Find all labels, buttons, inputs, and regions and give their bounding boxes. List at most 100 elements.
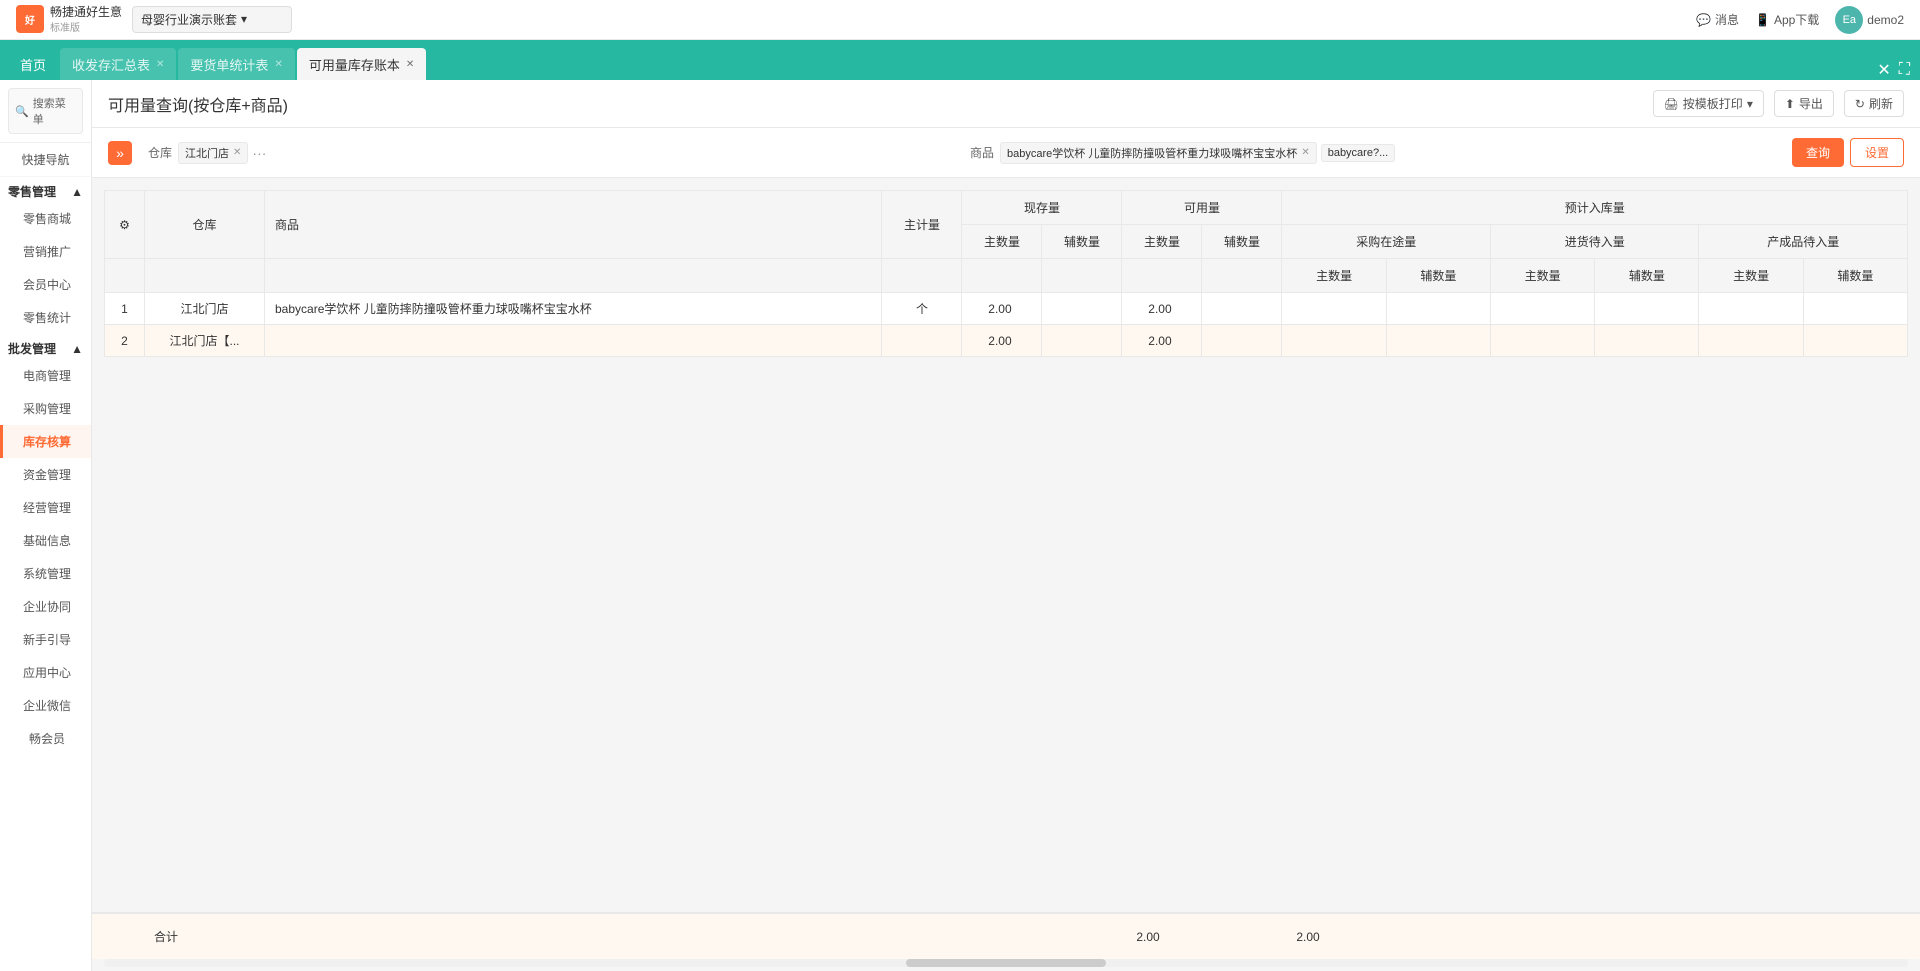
print-button[interactable]: 🖨 按模板打印 ▾ [1653,90,1764,117]
sidebar-item-inventory[interactable]: 库存核算 [0,425,91,458]
search-menu-label: 搜索菜单 [33,95,76,127]
filter-more-icon[interactable]: ··· [252,145,266,161]
sidebar-item-system[interactable]: 系统管理 [0,557,91,590]
sidebar-item-wechat[interactable]: 企业微信 [0,689,91,722]
settings-icon[interactable]: ⚙ [119,218,130,232]
row2-purchase-transit-main [1282,325,1386,357]
remove-product-tag-1-icon[interactable]: ✕ [1301,147,1309,158]
top-bar-left: 好 畅捷通好生意 标准版 母婴行业演示账套 ▾ [16,5,292,34]
sidebar-item-app-center[interactable]: 应用中心 [0,656,91,689]
product-tag-2-value: babycare?... [1328,147,1389,159]
footer-empty [104,922,144,951]
row1-no: 1 [105,293,145,325]
horizontal-scrollbar[interactable] [104,959,1908,967]
quick-nav-label: 快捷导航 [21,151,69,168]
filter-actions: 查询 设置 [1792,138,1904,167]
close-icon[interactable]: ✕ [274,59,282,70]
sidebar-item-operation[interactable]: 经营管理 [0,491,91,524]
footer-label: 合计 [144,922,264,951]
avatar-text: Ea [1843,14,1856,26]
row2-avail-aux [1202,325,1282,357]
sidebar-item-marketing[interactable]: 营销推广 [0,235,91,268]
chevron-icon: ▲ [71,342,83,356]
row2-product [265,325,882,357]
logo-text: 畅捷通好生意 [50,5,122,19]
sidebar-item-finance[interactable]: 资金管理 [0,458,91,491]
close-icon[interactable]: ✕ [156,59,164,70]
top-bar: 好 畅捷通好生意 标准版 母婴行业演示账套 ▾ 💬 消息 📱 App下载 Ea … [0,0,1920,40]
th-purchase-aux: 辅数量 [1386,259,1490,293]
row1-purchase-transit-aux [1386,293,1490,325]
remove-warehouse-tag-icon[interactable]: ✕ [233,147,241,158]
export-button[interactable]: ⬆ 导出 [1774,90,1834,117]
th-prod-main: 主数量 [1699,259,1803,293]
refresh-button[interactable]: ↻ 刷新 [1844,90,1904,117]
th-forecast-group: 预计入库量 [1282,191,1908,225]
table-row: 1 江北门店 babycare学饮杯 儿童防摔防撞吸管杯重力球吸嘴杯宝宝水杯 个… [105,293,1908,325]
sidebar-section-wholesale[interactable]: 批发管理 ▲ [0,334,91,359]
sidebar-item-newbie[interactable]: 新手引导 [0,623,91,656]
row1-purchase-transit-main [1282,293,1386,325]
scrollbar-thumb[interactable] [906,959,1106,967]
sidebar-item-retail-mall[interactable]: 零售商城 [0,202,91,235]
filter-expand-button[interactable]: » [108,141,132,165]
tab-shoufa-label: 收发存汇总表 [72,55,150,74]
footer-unit-col [1028,922,1108,951]
footer-avail-main: 2.00 [1268,922,1348,951]
footer-table: 合计 2.00 2.00 [104,922,1908,951]
table-area: ⚙ 仓库 商品 主计量 现存量 可用量 预计入库量 主数量 辅数量 主数量 辅数… [92,178,1920,912]
footer-avail-aux [1348,922,1428,951]
row1-inv-aux [1042,293,1122,325]
sidebar-item-quick-nav[interactable]: 快捷导航 [0,143,91,177]
setting-button[interactable]: 设置 [1850,138,1904,167]
marketing-label: 营销推广 [23,243,71,260]
query-button[interactable]: 查询 [1792,138,1844,167]
footer-pt-main [1428,922,1508,951]
sidebar-item-purchase[interactable]: 采购管理 [0,392,91,425]
chevron-down-icon: ▾ [241,12,247,26]
tab-keyongliang[interactable]: 可用量库存账本 ✕ [297,48,426,80]
sidebar-section-retail[interactable]: 零售管理 ▲ [0,177,91,202]
th-purchase-pending: 进货待入量 [1490,225,1699,259]
footer-prod-main [1748,922,1828,951]
sidebar-item-ecommerce[interactable]: 电商管理 [0,359,91,392]
close-all-icon[interactable]: ✕ [1877,60,1890,80]
member-label: 会员中心 [23,276,71,293]
tab-yaohuo[interactable]: 要货单统计表 ✕ [178,48,294,80]
product-filter-group: 商品 babycare学饮杯 儿童防摔防撞吸管杯重力球吸嘴杯宝宝水杯 ✕ bab… [970,142,1776,164]
fullscreen-icon[interactable]: ⛶ [1899,61,1910,79]
product-filter-label: 商品 [970,144,994,161]
top-bar-right: 💬 消息 📱 App下载 Ea demo2 [1696,6,1904,34]
th-inv-main: 主数量 [962,225,1042,259]
tab-yaohuo-label: 要货单统计表 [190,55,268,74]
message-action[interactable]: 💬 消息 [1696,11,1739,28]
th-purchase-main: 主数量 [1282,259,1386,293]
footer-product-col [264,922,1028,951]
sidebar-item-basic-info[interactable]: 基础信息 [0,524,91,557]
th-production-pending: 产成品待入量 [1699,225,1908,259]
th-avail-aux: 辅数量 [1202,225,1282,259]
purchase-label: 采购管理 [23,400,71,417]
sidebar-search: 🔍 搜索菜单 [0,80,91,143]
th-purchase-transit: 采购在途量 [1282,225,1491,259]
th-inventory-group: 现存量 [962,191,1122,225]
wholesale-section-label: 批发管理 [8,340,56,357]
app-download-action[interactable]: 📱 App下载 [1755,11,1819,28]
tab-shoufa[interactable]: 收发存汇总表 ✕ [60,48,176,80]
message-icon: 💬 [1696,13,1711,27]
print-icon: 🖨 [1664,97,1679,111]
tab-home[interactable]: 首页 [8,48,58,80]
sidebar-item-retail-stats[interactable]: 零售统计 [0,301,91,334]
th-pending-aux: 辅数量 [1595,259,1699,293]
row1-warehouse: 江北门店 [145,293,265,325]
search-menu-button[interactable]: 🔍 搜索菜单 [8,88,83,134]
operation-label: 经营管理 [23,499,71,516]
sidebar-item-enterprise[interactable]: 企业协同 [0,590,91,623]
sidebar-item-member[interactable]: 会员中心 [0,268,91,301]
workspace-selector[interactable]: 母婴行业演示账套 ▾ [132,6,292,33]
user-area[interactable]: Ea demo2 [1835,6,1904,34]
sidebar-item-member2[interactable]: 畅会员 [0,722,91,755]
member2-label: 畅会员 [29,730,65,747]
chevron-down-icon: ▾ [1747,97,1753,111]
close-icon[interactable]: ✕ [406,59,414,70]
